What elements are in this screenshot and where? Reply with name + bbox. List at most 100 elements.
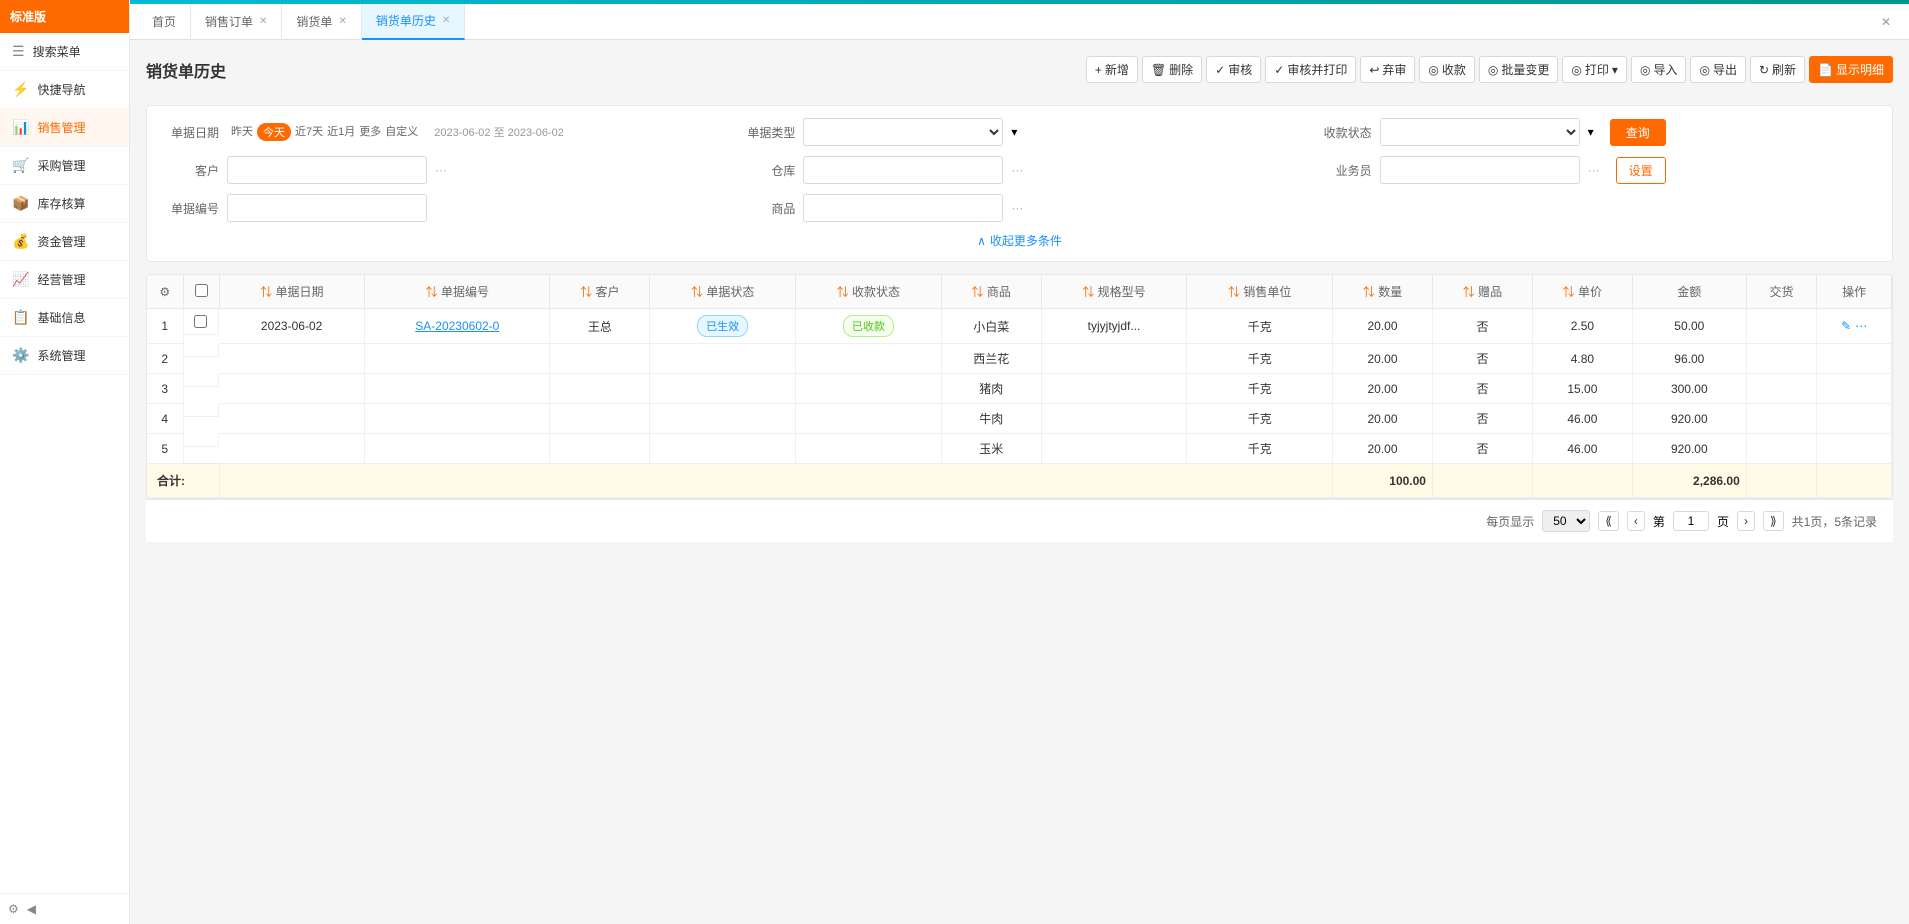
customer-column-header[interactable]: ⇅ 客户 (550, 275, 650, 309)
customer-input[interactable] (227, 156, 427, 184)
product-dots[interactable]: ··· (1011, 201, 1023, 215)
doc-no-cell (365, 434, 550, 464)
unit-price-column-header[interactable]: ⇅ 单价 (1532, 275, 1632, 309)
gift-label: 赠品 (1478, 285, 1502, 299)
doc-no-column-header[interactable]: ⇅ 单据编号 (365, 275, 550, 309)
sys-icon: ⚙️ (12, 347, 29, 364)
sidebar-settings-icon[interactable]: ⚙ (8, 902, 19, 916)
delivery-cell (1746, 404, 1817, 434)
customer-dots[interactable]: ··· (435, 163, 447, 177)
sidebar-collapse-icon[interactable]: ◀ (27, 902, 36, 916)
collect-status-column-header[interactable]: ⇅ 收款状态 (796, 275, 942, 309)
page-number-input[interactable] (1673, 511, 1709, 531)
more-shortcut[interactable]: 更多 (359, 123, 381, 141)
audit-button[interactable]: ✓ 审核 (1206, 56, 1261, 83)
show-detail-button[interactable]: 📄 显示明细 (1809, 56, 1893, 83)
sidebar-item-sys-mgmt[interactable]: ⚙️ 系统管理 (0, 337, 129, 375)
yesterday-shortcut[interactable]: 昨天 (231, 123, 253, 141)
warehouse-input[interactable] (803, 156, 1003, 184)
qty-column-header[interactable]: ⇅ 数量 (1333, 275, 1433, 309)
doc-type-select[interactable] (803, 118, 1003, 146)
setting-button[interactable]: 设置 (1616, 157, 1666, 184)
unit-column-header[interactable]: ⇅ 销售单位 (1187, 275, 1333, 309)
import-icon: ◎ (1640, 63, 1650, 77)
salesperson-dots[interactable]: ··· (1588, 163, 1600, 177)
sidebar-item-label: 库存核算 (37, 195, 85, 212)
row-checkbox[interactable] (194, 315, 207, 328)
today-shortcut[interactable]: 今天 (257, 123, 291, 141)
doc-no-input[interactable] (227, 194, 427, 222)
print-button[interactable]: ◎ 打印 ▾ (1562, 56, 1627, 83)
sidebar-item-basic-info[interactable]: 📋 基础信息 (0, 299, 129, 337)
doc-no-link[interactable]: SA-20230602-0 (415, 319, 499, 333)
tab-close-icon[interactable]: ✕ (338, 16, 346, 27)
sidebar-item-operations[interactable]: 📈 经营管理 (0, 261, 129, 299)
new-button[interactable]: + 新增 (1086, 56, 1138, 83)
tab-sales-order[interactable]: 销售订单 ✕ (191, 4, 282, 40)
more-action[interactable]: ⋯ (1855, 319, 1867, 333)
unit-price-cell: 2.50 (1532, 309, 1632, 344)
unit-cell: 千克 (1187, 404, 1333, 434)
batch-change-button[interactable]: ◎ 批量变更 (1479, 56, 1559, 83)
warehouse-dots[interactable]: ··· (1011, 163, 1023, 177)
product-cell: 西兰花 (941, 344, 1041, 374)
doc-status-column-header[interactable]: ⇅ 单据状态 (650, 275, 796, 309)
prev-page-button[interactable]: ‹ (1627, 511, 1645, 531)
doc-date-cell (219, 344, 365, 374)
product-input[interactable] (803, 194, 1003, 222)
custom-shortcut[interactable]: 自定义 (385, 123, 418, 141)
gift-column-header[interactable]: ⇅ 赠品 (1432, 275, 1532, 309)
actions-label: 操作 (1842, 285, 1866, 299)
last-page-button[interactable]: ⟫ (1763, 511, 1784, 531)
sidebar: 标准版 ☰ 搜索菜单 ⚡ 快捷导航 📊 销售管理 🛒 采购管理 📦 库存核算 💰… (0, 0, 130, 924)
spec-column-header[interactable]: ⇅ 规格型号 (1041, 275, 1187, 309)
tab-home[interactable]: 首页 (138, 4, 191, 40)
basic-info-icon: 📋 (12, 309, 29, 326)
settings-column-header[interactable]: ⚙ (147, 275, 183, 309)
collect-status-cell (796, 344, 942, 374)
refresh-button[interactable]: ↻ 刷新 (1750, 56, 1805, 83)
sidebar-item-finance[interactable]: 💰 资金管理 (0, 223, 129, 261)
doc-no-cell: SA-20230602-0 (365, 309, 550, 344)
delivery-cell (1746, 374, 1817, 404)
collapse-button[interactable]: ∧ 收起更多条件 (163, 232, 1876, 249)
sort-icon: ⇅ (580, 285, 592, 299)
column-settings-icon[interactable]: ⚙ (159, 285, 170, 299)
tab-sales-delivery[interactable]: 销货单 ✕ (282, 4, 361, 40)
doc-date-column-header[interactable]: ⇅ 单据日期 (219, 275, 365, 309)
sidebar-item-quick-nav[interactable]: ⚡ 快捷导航 (0, 71, 129, 109)
sort-icon: ⇅ (837, 285, 849, 299)
sidebar-item-inventory[interactable]: 📦 库存核算 (0, 185, 129, 223)
audit-print-button[interactable]: ✓ 审核并打印 (1265, 56, 1356, 83)
tab-close-icon[interactable]: ✕ (259, 16, 267, 27)
sidebar-item-search-menu[interactable]: ☰ 搜索菜单 (0, 33, 129, 71)
close-all-tabs-button[interactable]: ✕ (1871, 15, 1901, 29)
sidebar-item-sales[interactable]: 📊 销售管理 (0, 109, 129, 147)
delete-button[interactable]: 🗑 删除 (1142, 56, 1202, 83)
sidebar-item-purchase[interactable]: 🛒 采购管理 (0, 147, 129, 185)
doc-date-cell (219, 434, 365, 464)
collect-button[interactable]: ◎ 收款 (1419, 56, 1475, 83)
query-button[interactable]: 查询 (1610, 119, 1666, 146)
doc-date-cell: 2023-06-02 (219, 309, 365, 344)
next-page-button[interactable]: › (1737, 511, 1755, 531)
edit-action[interactable]: ✎ (1841, 319, 1851, 333)
collect-label: 收款 (1442, 61, 1466, 78)
tab-sales-order-label: 销售订单 (205, 13, 253, 30)
tab-close-icon[interactable]: ✕ (442, 15, 450, 26)
export-button[interactable]: ◎ 导出 (1690, 56, 1746, 83)
per-page-select[interactable]: 50 (1542, 510, 1590, 532)
collect-status-select[interactable] (1380, 118, 1580, 146)
select-all-checkbox[interactable] (195, 284, 208, 297)
salesperson-input[interactable] (1380, 156, 1580, 184)
discard-button[interactable]: ↩ 弃审 (1360, 56, 1415, 83)
unit-price-label: 单价 (1578, 285, 1602, 299)
product-column-header[interactable]: ⇅ 商品 (941, 275, 1041, 309)
1month-shortcut[interactable]: 近1月 (327, 123, 355, 141)
tab-sales-delivery-history[interactable]: 销货单历史 ✕ (362, 4, 465, 40)
summary-total-qty: 100.00 (1333, 464, 1433, 498)
import-button[interactable]: ◎ 导入 (1631, 56, 1687, 83)
first-page-button[interactable]: ⟪ (1598, 511, 1619, 531)
7days-shortcut[interactable]: 近7天 (295, 123, 323, 141)
sidebar-item-label: 采购管理 (37, 157, 85, 174)
